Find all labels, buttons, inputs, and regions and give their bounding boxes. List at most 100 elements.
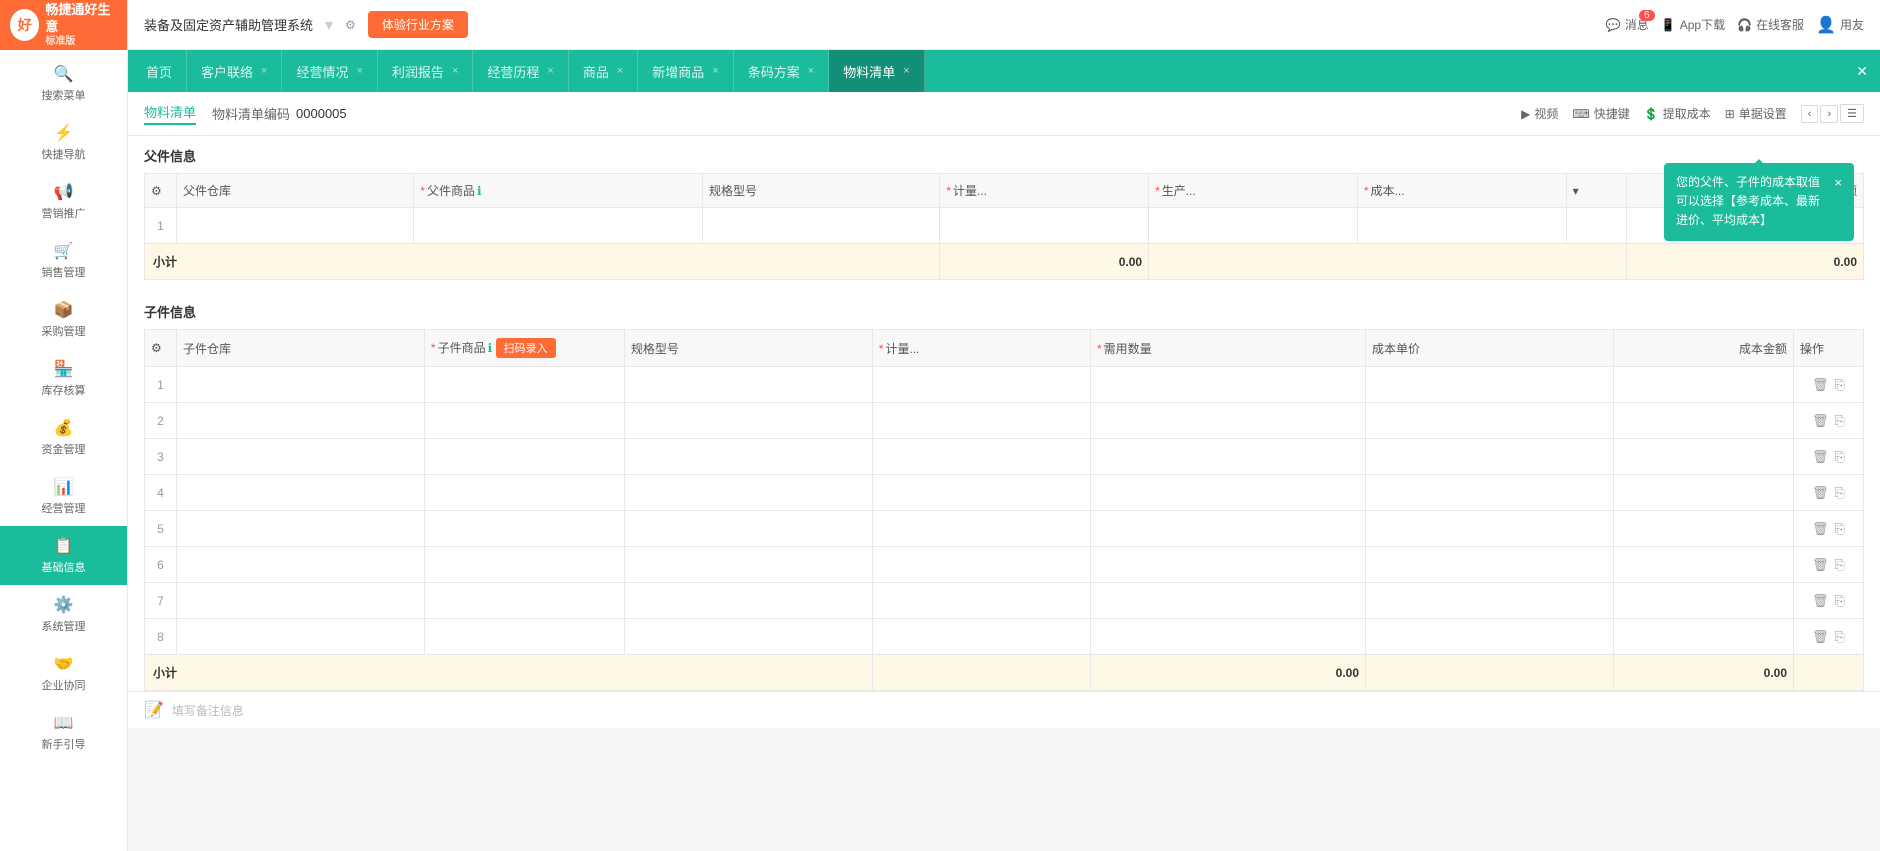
- child-row-7-unit-cost[interactable]: [1366, 583, 1614, 619]
- experience-btn[interactable]: 体验行业方案: [368, 11, 468, 38]
- child-row-2-unit-cost[interactable]: [1366, 403, 1614, 439]
- child-row-8-qty[interactable]: [1090, 619, 1365, 655]
- delete-icon-7[interactable]: 🗑: [1812, 593, 1829, 609]
- sidebar-item-purchase[interactable]: 📦采购管理: [0, 290, 127, 349]
- copy-icon-6[interactable]: ⎘: [1835, 557, 1845, 573]
- parent-row-1-warehouse[interactable]: [177, 208, 414, 244]
- child-row-2-spec[interactable]: [624, 403, 872, 439]
- child-row-5-spec[interactable]: [624, 511, 872, 547]
- delete-icon-4[interactable]: 🗑: [1812, 485, 1829, 501]
- app-download-action[interactable]: 📱 App下载: [1661, 16, 1725, 33]
- parent-row-1-cost[interactable]: [1357, 208, 1566, 244]
- parent-row-1-spec[interactable]: [703, 208, 940, 244]
- child-row-7-product[interactable]: [424, 583, 624, 619]
- child-row-4-unit[interactable]: [872, 475, 1090, 511]
- delete-icon-2[interactable]: 🗑: [1812, 413, 1829, 429]
- sidebar-item-search[interactable]: 🔍搜索菜单: [0, 54, 127, 113]
- child-row-6-qty[interactable]: [1090, 547, 1365, 583]
- child-row-8-product[interactable]: [424, 619, 624, 655]
- sidebar-item-system[interactable]: ⚙️系统管理: [0, 585, 127, 644]
- gear-settings-icon[interactable]: ⚙: [345, 18, 356, 32]
- bottom-hint[interactable]: 填写备注信息: [172, 702, 244, 719]
- tab-history[interactable]: 经营历程×: [473, 50, 568, 92]
- child-row-3-warehouse[interactable]: [177, 439, 425, 475]
- tooltip-close-btn[interactable]: ×: [1834, 173, 1842, 194]
- tab-customer-close[interactable]: ×: [261, 65, 267, 77]
- sidebar-item-finance[interactable]: 💰资金管理: [0, 408, 127, 467]
- child-row-5-qty[interactable]: [1090, 511, 1365, 547]
- tab-history-close[interactable]: ×: [547, 65, 553, 77]
- delete-icon-8[interactable]: 🗑: [1812, 629, 1829, 645]
- child-row-3-product[interactable]: [424, 439, 624, 475]
- tab-barcode[interactable]: 条码方案×: [734, 50, 829, 92]
- child-row-5-unit[interactable]: [872, 511, 1090, 547]
- sidebar-item-guide[interactable]: 📖新手引导: [0, 703, 127, 762]
- child-row-7-unit[interactable]: [872, 583, 1090, 619]
- child-row-4-unit-cost[interactable]: [1366, 475, 1614, 511]
- sidebar-item-basic[interactable]: 📋基础信息: [0, 526, 127, 585]
- copy-icon-8[interactable]: ⎘: [1835, 629, 1845, 645]
- copy-icon-1[interactable]: ⎘: [1835, 377, 1845, 393]
- tab-goods[interactable]: 商品×: [569, 50, 638, 92]
- delete-icon-5[interactable]: 🗑: [1812, 521, 1829, 537]
- scan-input-btn[interactable]: 扫码录入: [496, 338, 556, 358]
- copy-icon-2[interactable]: ⎘: [1835, 413, 1845, 429]
- child-row-8-unit[interactable]: [872, 619, 1090, 655]
- settings-gear-icon[interactable]: ⚙: [151, 184, 162, 198]
- tab-barcode-close[interactable]: ×: [808, 65, 814, 77]
- child-row-1-qty[interactable]: [1090, 367, 1365, 403]
- child-row-1-product[interactable]: [424, 367, 624, 403]
- tab-bom-list[interactable]: 物料清单: [144, 102, 196, 125]
- child-row-3-spec[interactable]: [624, 439, 872, 475]
- child-row-5-unit-cost[interactable]: [1366, 511, 1614, 547]
- delete-icon-1[interactable]: 🗑: [1812, 377, 1829, 393]
- close-all-icon[interactable]: ✕: [1856, 63, 1868, 80]
- copy-icon-3[interactable]: ⎘: [1835, 449, 1845, 465]
- parent-row-1-unit[interactable]: [940, 208, 1149, 244]
- tab-customer[interactable]: 客户联络×: [187, 50, 282, 92]
- parent-row-1-production[interactable]: [1149, 208, 1358, 244]
- sidebar-item-quick[interactable]: ⚡快捷导航: [0, 113, 127, 172]
- child-row-2-qty[interactable]: [1090, 403, 1365, 439]
- child-row-2-unit[interactable]: [872, 403, 1090, 439]
- sidebar-item-marketing[interactable]: 📢营销推广: [0, 172, 127, 231]
- get-cost-action[interactable]: 💲 提取成本: [1644, 105, 1711, 122]
- child-settings-gear-icon[interactable]: ⚙: [151, 341, 162, 355]
- tab-goods-close[interactable]: ×: [617, 65, 623, 77]
- child-row-3-qty[interactable]: [1090, 439, 1365, 475]
- single-settings-action[interactable]: ⊞ 单据设置: [1725, 105, 1787, 122]
- child-row-2-warehouse[interactable]: [177, 403, 425, 439]
- message-action[interactable]: 💬 消息 6: [1606, 16, 1649, 33]
- child-row-1-spec[interactable]: [624, 367, 872, 403]
- child-row-1-unit-cost[interactable]: [1366, 367, 1614, 403]
- prev-arrow[interactable]: ‹: [1801, 105, 1819, 123]
- child-row-8-spec[interactable]: [624, 619, 872, 655]
- child-row-8-warehouse[interactable]: [177, 619, 425, 655]
- sidebar-item-inventory[interactable]: 🏪库存核算: [0, 349, 127, 408]
- tab-bom[interactable]: 物料清单×: [829, 50, 924, 92]
- child-row-3-unit-cost[interactable]: [1366, 439, 1614, 475]
- child-row-1-warehouse[interactable]: [177, 367, 425, 403]
- child-row-4-spec[interactable]: [624, 475, 872, 511]
- shortcut-action[interactable]: ⌨ 快捷键: [1572, 105, 1629, 122]
- tab-new-goods-close[interactable]: ×: [712, 65, 718, 77]
- tab-operations-status[interactable]: 经营情况×: [282, 50, 377, 92]
- delete-icon-6[interactable]: 🗑: [1812, 557, 1829, 573]
- user-action[interactable]: 👤 用友: [1816, 15, 1864, 35]
- child-row-6-unit-cost[interactable]: [1366, 547, 1614, 583]
- child-row-7-warehouse[interactable]: [177, 583, 425, 619]
- tab-profit[interactable]: 利润报告×: [378, 50, 473, 92]
- sidebar-item-operations[interactable]: 📊经营管理: [0, 467, 127, 526]
- next-arrow[interactable]: ›: [1820, 105, 1838, 123]
- child-row-5-warehouse[interactable]: [177, 511, 425, 547]
- tab-bom-close[interactable]: ×: [903, 65, 909, 77]
- child-row-3-unit[interactable]: [872, 439, 1090, 475]
- delete-icon-3[interactable]: 🗑: [1812, 449, 1829, 465]
- copy-icon-4[interactable]: ⎘: [1835, 485, 1845, 501]
- sidebar-item-collab[interactable]: 🤝企业协同: [0, 644, 127, 703]
- child-row-8-unit-cost[interactable]: [1366, 619, 1614, 655]
- child-row-4-qty[interactable]: [1090, 475, 1365, 511]
- child-row-4-warehouse[interactable]: [177, 475, 425, 511]
- child-row-7-spec[interactable]: [624, 583, 872, 619]
- sidebar-item-sales[interactable]: 🛒销售管理: [0, 231, 127, 290]
